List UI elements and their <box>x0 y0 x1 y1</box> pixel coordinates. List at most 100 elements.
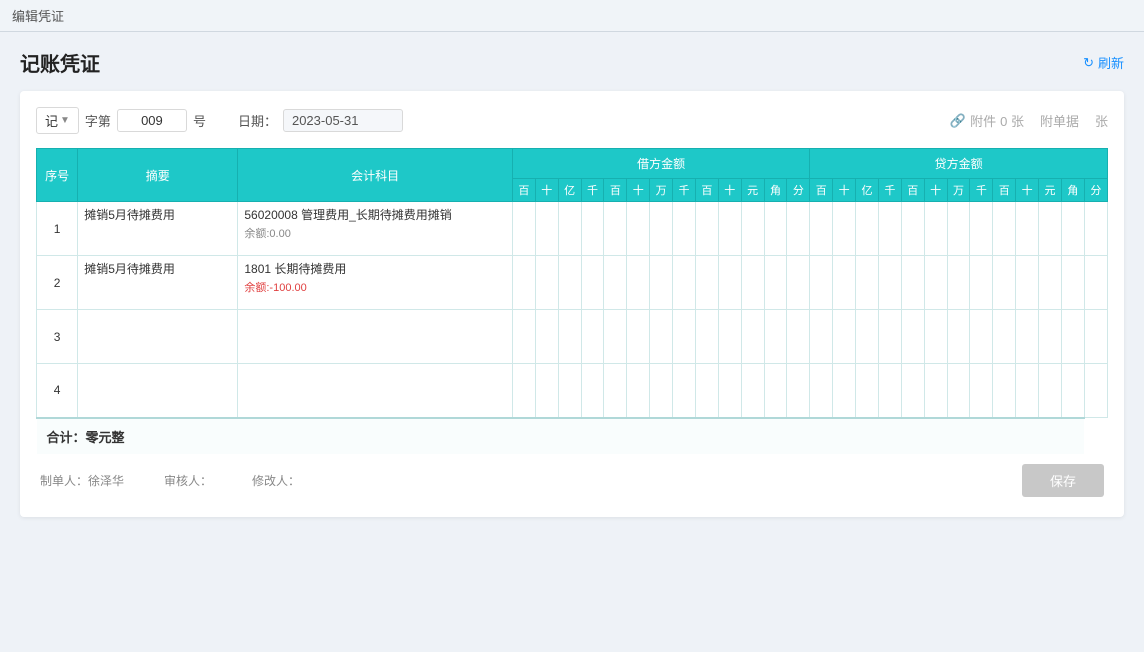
credit-cell-r1-c11[interactable] <box>1061 256 1084 310</box>
credit-cell-r2-c1[interactable] <box>833 310 856 364</box>
credit-cell-r3-c10[interactable] <box>1039 364 1062 418</box>
credit-cell-r3-c2[interactable] <box>856 364 879 418</box>
credit-cell-r3-c5[interactable] <box>924 364 947 418</box>
row-seq-1[interactable]: 2 <box>37 256 78 310</box>
credit-cell-r0-c0[interactable] <box>810 202 833 256</box>
credit-cell-r1-c9[interactable] <box>1016 256 1039 310</box>
voucher-type-select[interactable]: 记 ▼ <box>36 107 79 134</box>
debit-cell-r0-c7[interactable] <box>673 202 696 256</box>
debit-cell-r0-c0[interactable] <box>512 202 535 256</box>
debit-cell-r1-c1[interactable] <box>535 256 558 310</box>
row-subject-2[interactable] <box>238 310 513 364</box>
row-summary-2[interactable] <box>78 310 238 364</box>
debit-cell-r2-c12[interactable] <box>787 310 810 364</box>
debit-cell-r2-c0[interactable] <box>512 310 535 364</box>
debit-cell-r0-c2[interactable] <box>558 202 581 256</box>
row-summary-0[interactable]: 摊销5月待摊费用 <box>78 202 238 256</box>
debit-cell-r3-c0[interactable] <box>512 364 535 418</box>
debit-cell-r3-c5[interactable] <box>627 364 650 418</box>
refresh-button[interactable]: ↻ 刷新 <box>1083 53 1124 72</box>
credit-cell-r1-c12[interactable] <box>1084 256 1107 310</box>
credit-cell-r0-c10[interactable] <box>1039 202 1062 256</box>
debit-cell-r2-c2[interactable] <box>558 310 581 364</box>
row-seq-3[interactable]: 4 <box>37 364 78 418</box>
debit-cell-r3-c1[interactable] <box>535 364 558 418</box>
debit-cell-r0-c8[interactable] <box>695 202 718 256</box>
credit-cell-r2-c9[interactable] <box>1016 310 1039 364</box>
debit-cell-r0-c5[interactable] <box>627 202 650 256</box>
credit-cell-r1-c0[interactable] <box>810 256 833 310</box>
credit-cell-r1-c1[interactable] <box>833 256 856 310</box>
credit-cell-r0-c5[interactable] <box>924 202 947 256</box>
debit-cell-r2-c1[interactable] <box>535 310 558 364</box>
row-subject-1[interactable]: 1801 长期待摊费用余额:-100.00 <box>238 256 513 310</box>
debit-cell-r0-c6[interactable] <box>650 202 673 256</box>
credit-cell-r1-c2[interactable] <box>856 256 879 310</box>
row-summary-1[interactable]: 摊销5月待摊费用 <box>78 256 238 310</box>
credit-cell-r1-c7[interactable] <box>970 256 993 310</box>
debit-cell-r0-c3[interactable] <box>581 202 604 256</box>
credit-cell-r2-c0[interactable] <box>810 310 833 364</box>
debit-cell-r3-c7[interactable] <box>673 364 696 418</box>
credit-cell-r0-c3[interactable] <box>878 202 901 256</box>
debit-cell-r1-c7[interactable] <box>673 256 696 310</box>
row-subject-0[interactable]: 56020008 管理费用_长期待摊费用摊销余额:0.00 <box>238 202 513 256</box>
credit-cell-r0-c7[interactable] <box>970 202 993 256</box>
date-input[interactable] <box>283 109 403 132</box>
debit-cell-r2-c7[interactable] <box>673 310 696 364</box>
credit-cell-r2-c6[interactable] <box>947 310 970 364</box>
credit-cell-r2-c12[interactable] <box>1084 310 1107 364</box>
credit-cell-r0-c8[interactable] <box>993 202 1016 256</box>
debit-cell-r2-c10[interactable] <box>741 310 764 364</box>
debit-cell-r3-c10[interactable] <box>741 364 764 418</box>
credit-cell-r3-c8[interactable] <box>993 364 1016 418</box>
credit-cell-r2-c8[interactable] <box>993 310 1016 364</box>
debit-cell-r2-c3[interactable] <box>581 310 604 364</box>
credit-cell-r0-c12[interactable] <box>1084 202 1107 256</box>
credit-cell-r2-c4[interactable] <box>901 310 924 364</box>
debit-cell-r1-c5[interactable] <box>627 256 650 310</box>
row-seq-0[interactable]: 1 <box>37 202 78 256</box>
debit-cell-r2-c6[interactable] <box>650 310 673 364</box>
credit-cell-r1-c10[interactable] <box>1039 256 1062 310</box>
debit-cell-r3-c8[interactable] <box>695 364 718 418</box>
credit-cell-r0-c9[interactable] <box>1016 202 1039 256</box>
credit-cell-r3-c6[interactable] <box>947 364 970 418</box>
credit-cell-r0-c6[interactable] <box>947 202 970 256</box>
credit-cell-r3-c1[interactable] <box>833 364 856 418</box>
credit-cell-r1-c4[interactable] <box>901 256 924 310</box>
credit-cell-r1-c3[interactable] <box>878 256 901 310</box>
credit-cell-r0-c1[interactable] <box>833 202 856 256</box>
credit-cell-r2-c11[interactable] <box>1061 310 1084 364</box>
debit-cell-r0-c11[interactable] <box>764 202 787 256</box>
credit-cell-r3-c9[interactable] <box>1016 364 1039 418</box>
debit-cell-r2-c9[interactable] <box>718 310 741 364</box>
credit-cell-r2-c10[interactable] <box>1039 310 1062 364</box>
debit-cell-r1-c10[interactable] <box>741 256 764 310</box>
credit-cell-r3-c12[interactable] <box>1084 364 1107 418</box>
debit-cell-r1-c9[interactable] <box>718 256 741 310</box>
credit-cell-r1-c8[interactable] <box>993 256 1016 310</box>
debit-cell-r2-c4[interactable] <box>604 310 627 364</box>
credit-cell-r3-c11[interactable] <box>1061 364 1084 418</box>
debit-cell-r0-c12[interactable] <box>787 202 810 256</box>
credit-cell-r2-c3[interactable] <box>878 310 901 364</box>
debit-cell-r3-c4[interactable] <box>604 364 627 418</box>
debit-cell-r1-c6[interactable] <box>650 256 673 310</box>
credit-cell-r1-c5[interactable] <box>924 256 947 310</box>
debit-cell-r1-c12[interactable] <box>787 256 810 310</box>
credit-cell-r1-c6[interactable] <box>947 256 970 310</box>
debit-cell-r3-c2[interactable] <box>558 364 581 418</box>
debit-cell-r0-c1[interactable] <box>535 202 558 256</box>
debit-cell-r1-c8[interactable] <box>695 256 718 310</box>
debit-cell-r0-c9[interactable] <box>718 202 741 256</box>
debit-cell-r2-c8[interactable] <box>695 310 718 364</box>
credit-cell-r0-c11[interactable] <box>1061 202 1084 256</box>
debit-cell-r0-c4[interactable] <box>604 202 627 256</box>
row-subject-3[interactable] <box>238 364 513 418</box>
debit-cell-r3-c6[interactable] <box>650 364 673 418</box>
credit-cell-r2-c2[interactable] <box>856 310 879 364</box>
debit-cell-r2-c5[interactable] <box>627 310 650 364</box>
debit-cell-r1-c4[interactable] <box>604 256 627 310</box>
credit-cell-r3-c7[interactable] <box>970 364 993 418</box>
